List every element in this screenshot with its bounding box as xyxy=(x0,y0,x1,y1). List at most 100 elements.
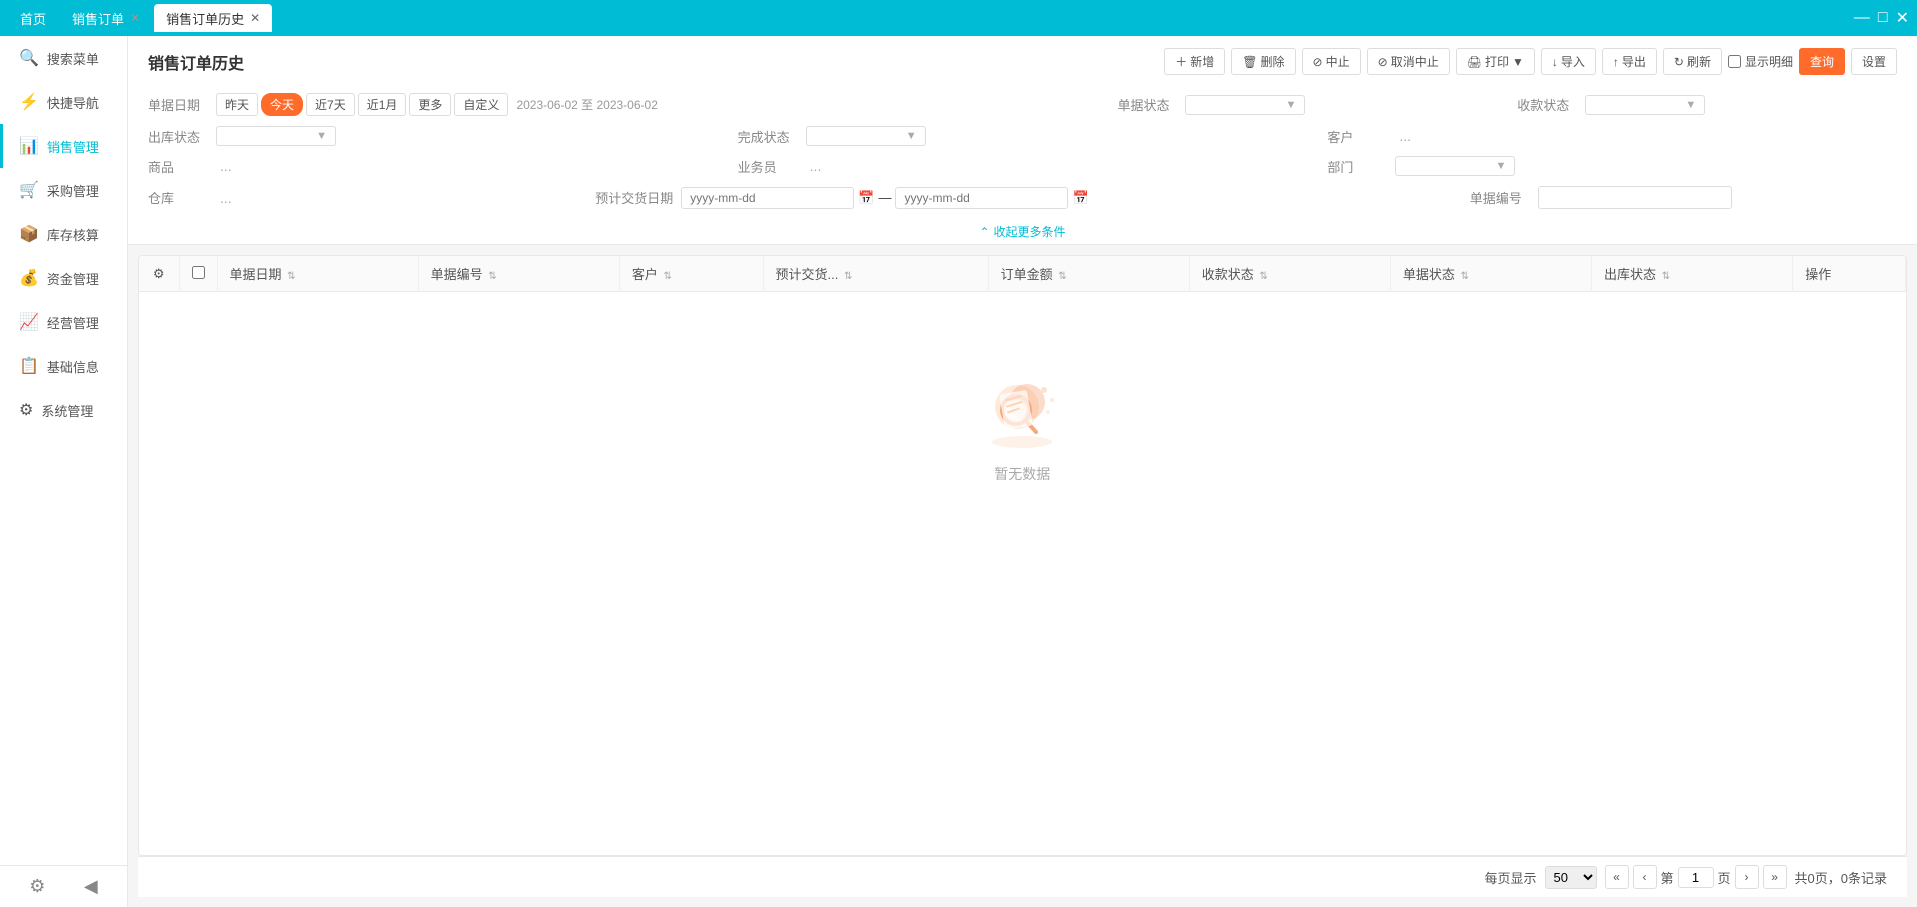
tab-sales-order-close[interactable]: ✕ xyxy=(130,11,140,25)
settings-filter-label: 设置 xyxy=(1862,53,1886,70)
date-filter-control: 昨天 今天 近7天 近1月 更多 自定义 2023-06-02 至 2023-0… xyxy=(216,93,1097,116)
query-button[interactable]: 查询 xyxy=(1799,48,1845,75)
sort-out-stock-icon[interactable]: ⇅ xyxy=(1662,271,1670,282)
7days-btn[interactable]: 近7天 xyxy=(306,93,355,116)
last-page-button[interactable]: » xyxy=(1763,865,1787,889)
display-detail-label: 显示明细 xyxy=(1745,53,1793,70)
th-settings[interactable]: ⚙ xyxy=(139,256,179,292)
payment-status-select[interactable]: ▼ xyxy=(1585,95,1705,115)
filter-order-no: 单据编号 xyxy=(1470,186,1897,209)
page-header: 销售订单历史 ＋ 新增 🗑 删除 ⊘ 中止 ⊘ xyxy=(128,36,1917,245)
sidebar-settings-icon[interactable]: ⚙ xyxy=(29,876,45,897)
page-number-input[interactable] xyxy=(1678,867,1714,888)
delivery-date-group: 📅 — 📅 xyxy=(681,187,1088,209)
sidebar-item-basic-info[interactable]: 📋 基础信息 xyxy=(0,344,127,388)
prev-page-button[interactable]: ‹ xyxy=(1633,865,1657,889)
display-detail-checkbox[interactable] xyxy=(1728,55,1741,68)
tab-sales-order-history-label: 销售订单历史 xyxy=(166,9,244,28)
sort-order-no-icon[interactable]: ⇅ xyxy=(488,271,496,282)
tab-sales-order-history-close[interactable]: ✕ xyxy=(250,11,260,25)
delivery-date-from-cal-icon[interactable]: 📅 xyxy=(858,190,874,206)
complete-status-select[interactable]: ▼ xyxy=(806,126,926,146)
cancel-stop-icon: ⊘ xyxy=(1378,55,1388,69)
department-select[interactable]: ▼ xyxy=(1395,156,1515,176)
delivery-date-from-input[interactable] xyxy=(681,187,854,209)
cancel-stop-button[interactable]: ⊘ 取消中止 xyxy=(1367,48,1450,75)
table-body: 暂无数据 xyxy=(139,292,1906,565)
quick-nav-icon: ⚡ xyxy=(19,92,39,112)
th-payment-status: 收款状态 ⇅ xyxy=(1189,256,1390,292)
select-all-checkbox[interactable] xyxy=(192,266,205,279)
sort-date-icon[interactable]: ⇅ xyxy=(287,271,295,282)
sidebar-item-operations-label: 经营管理 xyxy=(47,313,99,332)
tab-sales-order-history[interactable]: 销售订单历史 ✕ xyxy=(154,4,272,32)
sidebar-item-quick-nav[interactable]: ⚡ 快捷导航 xyxy=(0,80,127,124)
main-layout: 🔍 搜索菜单 ⚡ 快捷导航 📊 销售管理 🛒 采购管理 📦 库存核算 💰 资金管… xyxy=(0,36,1917,907)
order-status-select[interactable]: ▼ xyxy=(1185,95,1305,115)
sort-order-status-icon[interactable]: ⇅ xyxy=(1461,271,1469,282)
today-btn[interactable]: 今天 xyxy=(261,93,303,116)
tab-home[interactable]: 首页 xyxy=(8,4,58,32)
sort-payment-icon[interactable]: ⇅ xyxy=(1259,271,1267,282)
sidebar-item-search[interactable]: 🔍 搜索菜单 xyxy=(0,36,127,80)
sidebar-collapse-icon[interactable]: ◀ xyxy=(84,876,98,897)
delivery-date-to-cal-icon[interactable]: 📅 xyxy=(1072,190,1088,206)
collapse-row[interactable]: ⌃ 收起更多条件 xyxy=(148,219,1897,244)
stop-button[interactable]: ⊘ 中止 xyxy=(1302,48,1361,75)
out-stock-select[interactable]: ▼ xyxy=(216,126,336,146)
custom-btn[interactable]: 自定义 xyxy=(454,93,508,116)
tab-sales-order-label: 销售订单 xyxy=(72,9,124,28)
per-page-select[interactable]: 50 10 20 100 xyxy=(1545,866,1597,889)
sidebar-item-sales[interactable]: 📊 销售管理 xyxy=(0,124,127,168)
export-button[interactable]: ↑ 导出 xyxy=(1602,48,1657,75)
sidebar-item-purchase[interactable]: 🛒 采购管理 xyxy=(0,168,127,212)
filter-delivery-date: 预计交货日期 📅 — 📅 xyxy=(595,187,1450,209)
inventory-icon: 📦 xyxy=(19,224,39,244)
sort-amount-icon[interactable]: ⇅ xyxy=(1058,271,1066,282)
payment-status-arrow-icon: ▼ xyxy=(1685,99,1696,111)
yesterday-btn[interactable]: 昨天 xyxy=(216,93,258,116)
table-header-row: ⚙ 单据日期 ⇅ 单据编号 ⇅ 客户 ⇅ 预计交货... ⇅ 订单金额 ⇅ 收款… xyxy=(139,256,1906,292)
delivery-date-label: 预计交货日期 xyxy=(595,188,673,207)
new-label: 新增 xyxy=(1190,53,1214,70)
sidebar-item-finance[interactable]: 💰 资金管理 xyxy=(0,256,127,300)
minimize-icon[interactable]: — xyxy=(1854,9,1870,27)
delivery-date-to-input[interactable] xyxy=(895,187,1068,209)
filter-section: 单据日期 昨天 今天 近7天 近1月 更多 自定义 2023-06-02 至 2… xyxy=(148,85,1897,244)
more-btn[interactable]: 更多 xyxy=(409,93,451,116)
tab-sales-order[interactable]: 销售订单 ✕ xyxy=(60,4,152,32)
sidebar-item-search-label: 搜索菜单 xyxy=(47,49,99,68)
order-no-input[interactable] xyxy=(1538,186,1732,209)
display-detail-checkbox-wrapper[interactable]: 显示明细 xyxy=(1728,53,1793,70)
new-button[interactable]: ＋ 新增 xyxy=(1164,48,1225,75)
maximize-icon[interactable]: □ xyxy=(1878,9,1888,27)
sidebar-item-system-label: 系统管理 xyxy=(41,401,93,420)
close-icon[interactable]: ✕ xyxy=(1896,8,1909,28)
customer-dots-btn[interactable]: ... xyxy=(1395,126,1415,146)
first-page-button[interactable]: « xyxy=(1605,865,1629,889)
th-checkbox[interactable] xyxy=(179,256,217,292)
window-controls: — □ ✕ xyxy=(1854,8,1909,28)
sidebar-item-inventory[interactable]: 📦 库存核算 xyxy=(0,212,127,256)
settings-filter-button[interactable]: 设置 xyxy=(1851,48,1897,75)
sidebar-item-operations[interactable]: 📈 经营管理 xyxy=(0,300,127,344)
sort-delivery-icon[interactable]: ⇅ xyxy=(844,271,852,282)
1month-btn[interactable]: 近1月 xyxy=(358,93,407,116)
stop-label: 中止 xyxy=(1326,53,1350,70)
filter-customer: 客户 ... xyxy=(1327,126,1897,146)
filter-date: 单据日期 昨天 今天 近7天 近1月 更多 自定义 2023-06-02 至 2… xyxy=(148,93,1097,116)
product-dots-btn[interactable]: ... xyxy=(216,156,236,176)
salesperson-dots-btn[interactable]: ... xyxy=(806,156,826,176)
delete-button[interactable]: 🗑 删除 xyxy=(1231,48,1295,75)
sort-customer-icon[interactable]: ⇅ xyxy=(663,271,671,282)
print-button[interactable]: 🖨 打印 ▼ xyxy=(1456,48,1535,75)
warehouse-dots-btn[interactable]: ... xyxy=(216,188,236,208)
refresh-button[interactable]: ↻ 刷新 xyxy=(1663,48,1722,75)
query-label: 查询 xyxy=(1810,53,1834,70)
next-page-button[interactable]: › xyxy=(1735,865,1759,889)
th-order-status: 单据状态 ⇅ xyxy=(1390,256,1591,292)
sidebar-bottom: ⚙ ◀ xyxy=(0,865,127,907)
filter-complete-status: 完成状态 ▼ xyxy=(738,126,1308,146)
import-button[interactable]: ↓ 导入 xyxy=(1541,48,1596,75)
sidebar-item-system[interactable]: ⚙ 系统管理 xyxy=(0,388,127,432)
